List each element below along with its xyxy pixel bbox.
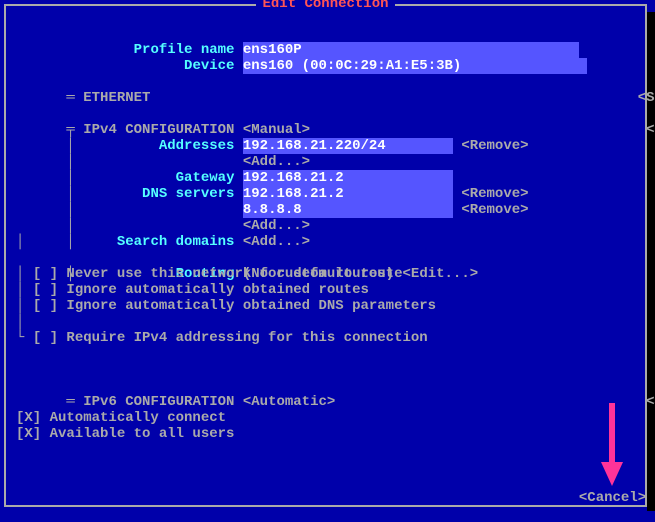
chk-auto-connect[interactable]: [X] Automatically connect — [16, 410, 226, 426]
address0-remove[interactable]: <Remove> — [461, 138, 528, 154]
chk-require-ipv4[interactable]: [ ] Require IPv4 addressing for this con… — [33, 330, 428, 346]
label-profile-name: Profile name — [66, 42, 242, 58]
section-ethernet: ═ ETHERNET — [66, 90, 637, 106]
dns-add[interactable]: <Add...> — [243, 218, 310, 234]
dialog-title: Edit Connection — [256, 0, 394, 12]
section-ipv6: ═ IPv6 CONFIGURATION — [66, 394, 242, 410]
chk-ignore-routes[interactable]: [ ] Ignore automatically obtained routes — [33, 282, 369, 298]
label-gateway: Gateway — [75, 170, 243, 186]
ipv6-mode[interactable]: <Automatic> — [243, 394, 335, 410]
input-device[interactable]: ens160 (00:0C:29:A1:E5:3B) — [243, 58, 587, 74]
input-gateway[interactable]: 192.168.21.2 — [243, 170, 453, 186]
input-dns0[interactable]: 192.168.21.2 — [243, 186, 453, 202]
routing-edit[interactable]: <Edit...> — [403, 266, 479, 282]
dns0-remove[interactable]: <Remove> — [461, 186, 528, 202]
label-dns: DNS servers — [75, 186, 243, 202]
ipv6-show[interactable]: <Show> — [646, 394, 655, 410]
chk-never-default[interactable]: [ ] Never use this network for default r… — [33, 266, 403, 282]
searchdom-add[interactable]: <Add...> — [243, 234, 310, 250]
input-dns1[interactable]: 8.8.8.8 — [243, 202, 453, 218]
label-addresses: Addresses — [75, 138, 243, 154]
chk-all-users[interactable]: [X] Available to all users — [16, 426, 234, 442]
label-device: Device — [66, 58, 242, 74]
ethernet-show[interactable]: <Show> — [638, 90, 655, 106]
ipv4-mode[interactable]: <Manual> — [243, 122, 310, 138]
cancel-button[interactable]: <Cancel> — [579, 490, 646, 506]
chk-ignore-dns[interactable]: [ ] Ignore automatically obtained DNS pa… — [33, 298, 436, 314]
ipv4-hide[interactable]: <Hide> — [646, 122, 655, 138]
section-ipv4: ╤ IPv4 CONFIGURATION — [66, 122, 242, 138]
input-profile-name[interactable]: ens160P — [243, 42, 579, 58]
address-add[interactable]: <Add...> — [243, 154, 310, 170]
dns1-remove[interactable]: <Remove> — [461, 202, 528, 218]
dialog-border: Edit Connection Profile name ens160P Dev… — [4, 4, 647, 507]
input-address0[interactable]: 192.168.21.220/24 — [243, 138, 453, 154]
label-search-domains: Search domains — [75, 234, 243, 250]
